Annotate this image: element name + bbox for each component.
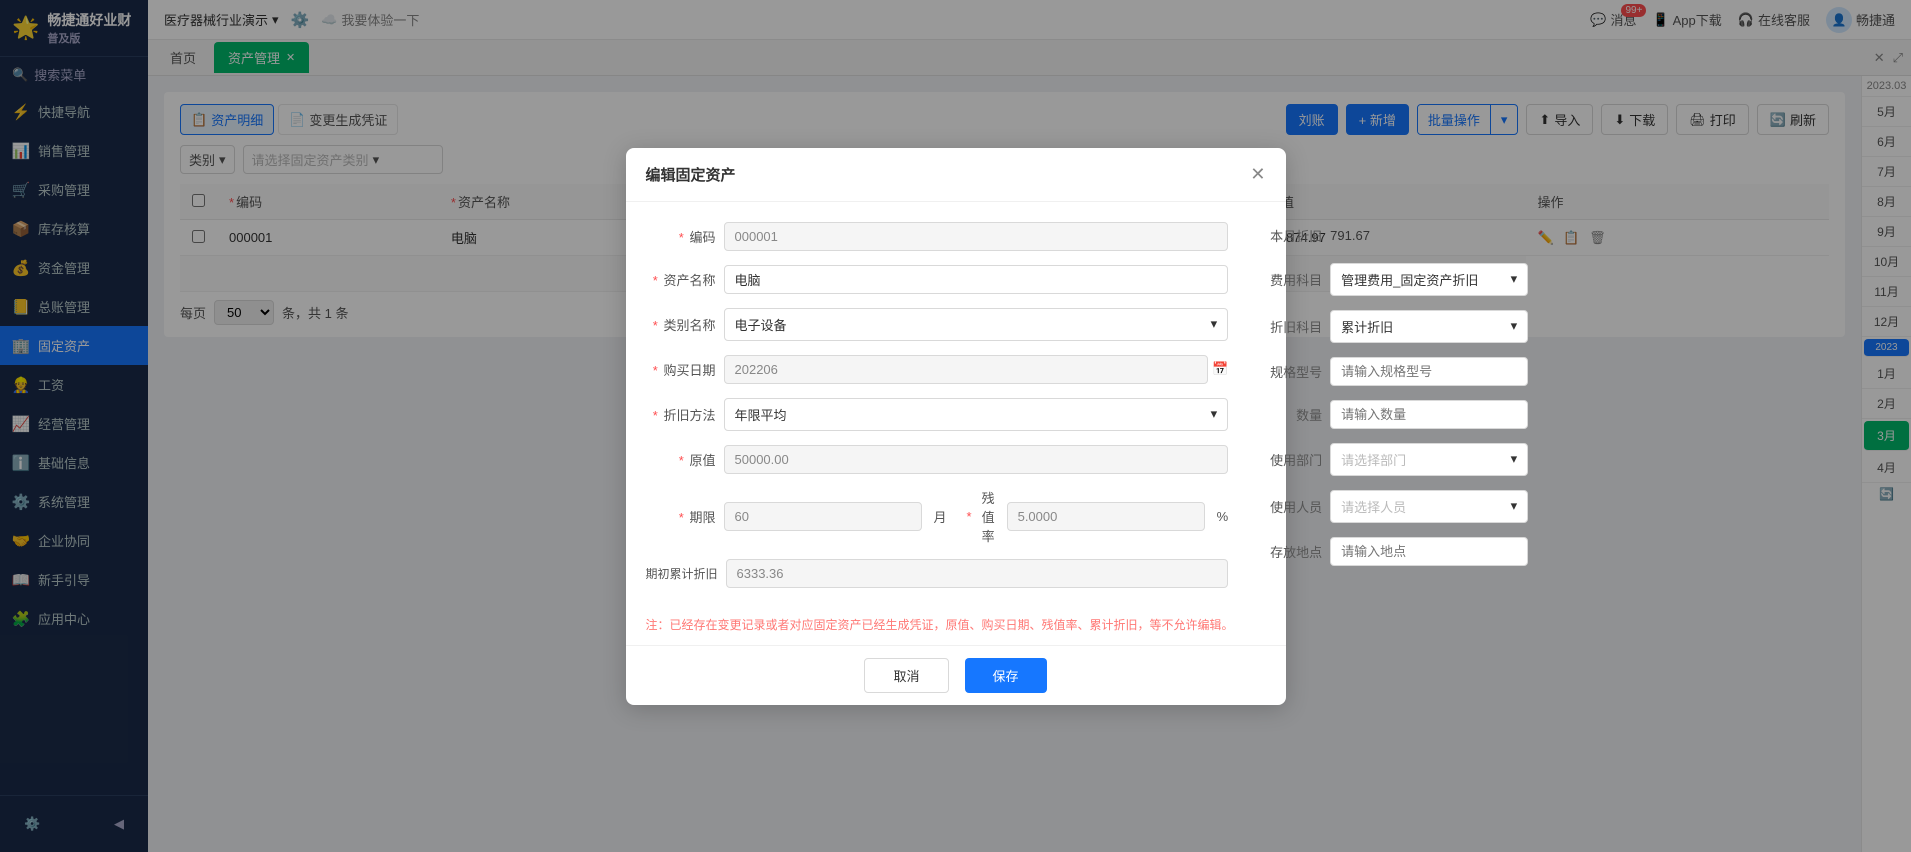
location-input[interactable] <box>1330 537 1528 566</box>
category-select[interactable]: 电子设备 ▾ <box>724 308 1229 341</box>
residual-rate-input[interactable] <box>1007 502 1205 531</box>
purchase-date-group: 📅 <box>724 355 1229 384</box>
original-value-input[interactable] <box>724 445 1229 474</box>
form-row-original-value: * 原值 <box>646 445 1229 474</box>
save-button[interactable]: 保存 <box>965 658 1047 693</box>
cancel-button[interactable]: 取消 <box>864 658 948 693</box>
purchase-date-input[interactable] <box>724 355 1208 384</box>
residual-rate-unit: % <box>1217 509 1229 524</box>
category-name-label: * 类别名称 <box>646 315 716 334</box>
person-placeholder: 请选择人员 <box>1341 497 1406 516</box>
quantity-input[interactable] <box>1330 400 1528 429</box>
modal-close-icon[interactable]: ✕ <box>1250 164 1265 185</box>
form-row-category: * 类别名称 电子设备 ▾ <box>646 308 1229 341</box>
person-select[interactable]: 请选择人员 ▾ <box>1330 490 1528 523</box>
purchase-date-label: * 购买日期 <box>646 360 716 379</box>
period-unit: 月 <box>934 507 947 526</box>
modal-body: * 编码 * 资产名称 <box>626 202 1286 608</box>
dep-subject-label: 折旧科目 <box>1252 317 1322 336</box>
calendar-icon[interactable]: 📅 <box>1212 361 1228 377</box>
expense-subject-select[interactable]: 管理费用_固定资产折旧 ▾ <box>1330 263 1528 296</box>
modal-overlay: 编辑固定资产 ✕ * 编码 <box>148 0 1911 852</box>
expense-subject-label: 费用科目 <box>1252 270 1322 289</box>
category-arrow-icon: ▾ <box>1211 316 1218 332</box>
main-content: 医疗器械行业演示 ▾ ⚙️ ☁️ 我要体验一下 💬 消息 99+ 📱 App下载… <box>148 0 1911 852</box>
department-label: 使用部门 <box>1252 450 1322 469</box>
initial-dep-input[interactable] <box>726 559 1229 588</box>
location-label: 存放地点 <box>1252 542 1322 561</box>
department-placeholder: 请选择部门 <box>1341 450 1406 469</box>
modal-title: 编辑固定资产 <box>646 164 736 185</box>
form-row-person: 使用人员 请选择人员 ▾ <box>1252 490 1528 523</box>
modal-form: * 编码 * 资产名称 <box>646 222 1266 588</box>
asset-name-label: * 资产名称 <box>646 270 716 289</box>
dep-method-label: * 折旧方法 <box>646 405 716 424</box>
form-row-dep-method: * 折旧方法 年限平均 ▾ <box>646 398 1229 431</box>
department-select[interactable]: 请选择部门 ▾ <box>1330 443 1528 476</box>
code-input[interactable] <box>724 222 1229 251</box>
spec-input[interactable] <box>1330 357 1528 386</box>
monthly-dep-value: 791.67 <box>1330 222 1370 249</box>
person-arrow-icon: ▾ <box>1511 498 1518 514</box>
form-right: 本月折旧 791.67 费用科目 管理费用_固定资产折旧 ▾ 折旧科目 <box>1252 222 1528 588</box>
form-row-asset-name: * 资产名称 <box>646 265 1229 294</box>
modal-header: 编辑固定资产 ✕ <box>626 148 1286 202</box>
form-left: * 编码 * 资产名称 <box>646 222 1229 588</box>
modal-note: 注：已经存在变更记录或者对应固定资产已经生成凭证，原值、购买日期、残值率、累计折… <box>626 608 1286 645</box>
code-label: * 编码 <box>646 227 716 246</box>
form-row-dep-subject: 折旧科目 累计折旧 ▾ <box>1252 310 1528 343</box>
quantity-label: 数量 <box>1252 405 1322 424</box>
form-row-quantity: 数量 <box>1252 400 1528 429</box>
modal-footer: 取消 保存 <box>626 645 1286 705</box>
dep-subject-arrow-icon: ▾ <box>1511 318 1518 334</box>
spec-label: 规格型号 <box>1252 362 1322 381</box>
person-label: 使用人员 <box>1252 497 1322 516</box>
form-row-location: 存放地点 <box>1252 537 1528 566</box>
monthly-dep-label: 本月折旧 <box>1252 226 1322 245</box>
form-row-expense-subject: 费用科目 管理费用_固定资产折旧 ▾ <box>1252 263 1528 296</box>
residual-rate-label: 残值率 <box>982 488 995 545</box>
dep-method-select[interactable]: 年限平均 ▾ <box>724 398 1229 431</box>
initial-dep-label: 期初累计折旧 <box>646 565 718 582</box>
form-row-spec: 规格型号 <box>1252 357 1528 386</box>
asset-name-input[interactable] <box>724 265 1229 294</box>
dep-method-arrow-icon: ▾ <box>1211 406 1218 422</box>
form-row-code: * 编码 <box>646 222 1229 251</box>
form-row-purchase-date: * 购买日期 📅 <box>646 355 1229 384</box>
dep-subject-select[interactable]: 累计折旧 ▾ <box>1330 310 1528 343</box>
form-row-initial-dep: 期初累计折旧 <box>646 559 1229 588</box>
edit-asset-modal: 编辑固定资产 ✕ * 编码 <box>626 148 1286 705</box>
period-input[interactable] <box>724 502 922 531</box>
form-row-period: * 期限 月 * 残值率 % <box>646 488 1229 545</box>
expense-arrow-icon: ▾ <box>1511 271 1518 287</box>
dept-arrow-icon: ▾ <box>1511 451 1518 467</box>
form-row-department: 使用部门 请选择部门 ▾ <box>1252 443 1528 476</box>
period-label: * 期限 <box>646 507 716 526</box>
original-value-label: * 原值 <box>646 450 716 469</box>
form-row-monthly-dep: 本月折旧 791.67 <box>1252 222 1528 249</box>
